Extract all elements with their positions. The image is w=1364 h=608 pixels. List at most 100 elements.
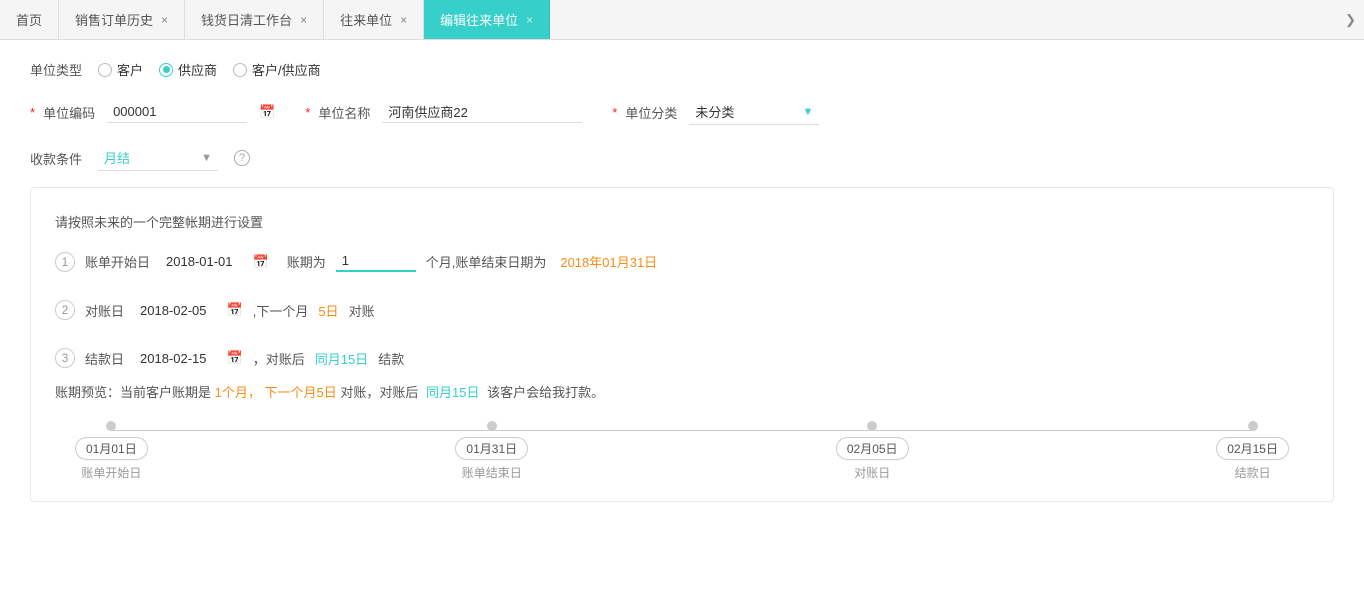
step-2-row: 2 对账日 2018-02-05 📅 ,下一个月 5日 对账: [55, 300, 1309, 320]
preview-p2: 下一个月5日: [265, 385, 337, 400]
tab-cash-work[interactable]: 钱货日清工作台 ×: [185, 0, 324, 39]
tab-edit-partner-close[interactable]: ×: [526, 13, 533, 27]
tab-edit-partner-label: 编辑往来单位: [440, 10, 518, 29]
unit-code-calendar-icon[interactable]: 📅: [259, 104, 275, 120]
step-1-date: 2018-01-01: [166, 254, 233, 269]
timeline-node-1: 01月01日 账单开始日: [75, 421, 148, 481]
tl-sublabel-2: 账单结束日: [462, 464, 522, 481]
timeline-node-2: 01月31日 账单结束日: [455, 421, 528, 481]
radio-supplier-label: 供应商: [178, 60, 217, 79]
step-3-row: 3 结款日 2018-02-15 📅 ，对账后 同月15日 结款: [55, 348, 1309, 368]
payment-terms-row: 收款条件 月结 ▼ ?: [30, 145, 1334, 171]
tab-cash-work-close[interactable]: ×: [300, 13, 307, 27]
tl-dot-3: [867, 421, 877, 431]
radio-both-circle: [233, 63, 247, 77]
step-1-period-prefix: 账期为: [287, 252, 326, 271]
radio-customer[interactable]: 客户: [98, 60, 143, 79]
help-icon[interactable]: ?: [234, 150, 250, 166]
preview-p1: 1个月，: [215, 385, 261, 400]
unit-name-star: *: [305, 105, 310, 120]
unit-category-star: *: [612, 105, 617, 120]
tab-cash-work-label: 钱货日清工作台: [201, 10, 292, 29]
step-3-num: 3: [55, 348, 75, 368]
timeline-node-3: 02月05日 对账日: [836, 421, 909, 481]
unit-name-group: * 单位名称: [305, 101, 582, 123]
tab-partner[interactable]: 往来单位 ×: [324, 0, 424, 39]
timeline-line: [110, 430, 1254, 431]
period-value-input[interactable]: [336, 251, 416, 272]
step-3-calendar-icon[interactable]: 📅: [227, 350, 243, 366]
step-1-label: 账单开始日: [85, 252, 150, 271]
payment-terms-arrow-icon: ▼: [201, 152, 212, 164]
radio-supplier[interactable]: 供应商: [159, 60, 217, 79]
card-title: 请按照未来的一个完整帐期进行设置: [55, 212, 1309, 231]
tab-home[interactable]: 首页: [0, 0, 59, 39]
tl-dot-1: [106, 421, 116, 431]
step-3-highlight: 同月15日: [315, 349, 368, 368]
radio-supplier-circle: [159, 63, 173, 77]
tl-sublabel-4: 结款日: [1235, 464, 1271, 481]
radio-customer-circle: [98, 63, 112, 77]
settings-card: 请按照未来的一个完整帐期进行设置 1 账单开始日 2018-01-01 📅 账期…: [30, 187, 1334, 502]
payment-terms-select[interactable]: 月结 ▼: [98, 145, 218, 171]
unit-name-input[interactable]: [382, 101, 582, 123]
step-3-date: 2018-02-15: [140, 351, 207, 366]
unit-code-input[interactable]: [107, 101, 247, 123]
unit-type-row: 单位类型 客户 供应商 客户/供应商: [30, 60, 1334, 79]
unit-name-label: 单位名称: [318, 103, 370, 122]
step-1-row: 1 账单开始日 2018-01-01 📅 账期为 个月,账单结束日期为 2018…: [55, 251, 1309, 272]
preview-prefix: 账期预览：当前客户账期是: [55, 385, 211, 400]
step-2-desc-prefix: ,下一个月: [253, 301, 309, 320]
tl-sublabel-1: 账单开始日: [81, 464, 141, 481]
unit-category-group: * 单位分类 未分类 ▼: [612, 99, 819, 125]
step-1-period-suffix: 个月,账单结束日期为: [426, 252, 547, 271]
step-2-desc-suffix: 对账: [349, 301, 375, 320]
unit-type-radios: 客户 供应商 客户/供应商: [98, 60, 321, 79]
step-1-period-end-date: 2018年01月31日: [560, 252, 657, 271]
step-2-num: 2: [55, 300, 75, 320]
radio-both[interactable]: 客户/供应商: [233, 60, 321, 79]
tab-partner-label: 往来单位: [340, 10, 392, 29]
tl-dot-2: [487, 421, 497, 431]
tab-edit-partner[interactable]: 编辑往来单位 ×: [424, 0, 550, 39]
tab-sales-history-label: 销售订单历史: [75, 10, 153, 29]
preview-text: 账期预览：当前客户账期是 1个月， 下一个月5日 对账，对账后 同月15日 该客…: [55, 368, 1309, 421]
preview-p3: 同月15日: [426, 385, 479, 400]
timeline-node-4: 02月15日 结款日: [1216, 421, 1289, 481]
unit-info-row: * 单位编码 📅 * 单位名称 * 单位分类 未分类 ▼: [30, 99, 1334, 125]
step-3-label: 结款日: [85, 349, 124, 368]
tl-badge-4: 02月15日: [1216, 437, 1289, 460]
step-2-calendar-icon[interactable]: 📅: [227, 302, 243, 318]
tl-dot-4: [1248, 421, 1258, 431]
tab-sales-history-close[interactable]: ×: [161, 13, 168, 27]
tabs-bar: 首页 销售订单历史 × 钱货日清工作台 × 往来单位 × 编辑往来单位 × ❯: [0, 0, 1364, 40]
tab-partner-close[interactable]: ×: [400, 13, 407, 27]
tl-badge-1: 01月01日: [75, 437, 148, 460]
payment-terms-label: 收款条件: [30, 149, 82, 168]
step-1-calendar-icon[interactable]: 📅: [253, 254, 269, 270]
radio-customer-label: 客户: [117, 60, 143, 79]
unit-code-label: 单位编码: [43, 103, 95, 122]
unit-category-dropdown[interactable]: 未分类 ▼: [689, 99, 819, 125]
main-content: 单位类型 客户 供应商 客户/供应商 * 单位编码 📅 * 单位名称: [0, 40, 1364, 608]
tl-badge-3: 02月05日: [836, 437, 909, 460]
tab-sales-history[interactable]: 销售订单历史 ×: [59, 0, 185, 39]
radio-both-label: 客户/供应商: [252, 60, 321, 79]
tab-home-label: 首页: [16, 10, 42, 29]
tl-badge-2: 01月31日: [455, 437, 528, 460]
tabs-scroll-arrow[interactable]: ❯: [1337, 0, 1364, 39]
preview-suffix: 该客户会给我打款。: [487, 385, 604, 400]
unit-type-label: 单位类型: [30, 60, 82, 79]
tl-sublabel-3: 对账日: [854, 464, 890, 481]
timeline: 01月01日 账单开始日 01月31日 账单结束日 02月05日 对账日: [55, 421, 1309, 481]
step-2-date: 2018-02-05: [140, 303, 207, 318]
step-3-desc-suffix: 结款: [378, 349, 404, 368]
unit-code-star: *: [30, 105, 35, 120]
unit-category-value: 未分类: [695, 102, 802, 121]
unit-category-label: 单位分类: [625, 103, 677, 122]
preview-mid: 对账，对账后: [340, 385, 418, 400]
step-2-label: 对账日: [85, 301, 124, 320]
step-3-desc-prefix: ，对账后: [253, 349, 305, 368]
step-1-num: 1: [55, 252, 75, 272]
unit-code-group: * 单位编码 📅: [30, 101, 275, 123]
